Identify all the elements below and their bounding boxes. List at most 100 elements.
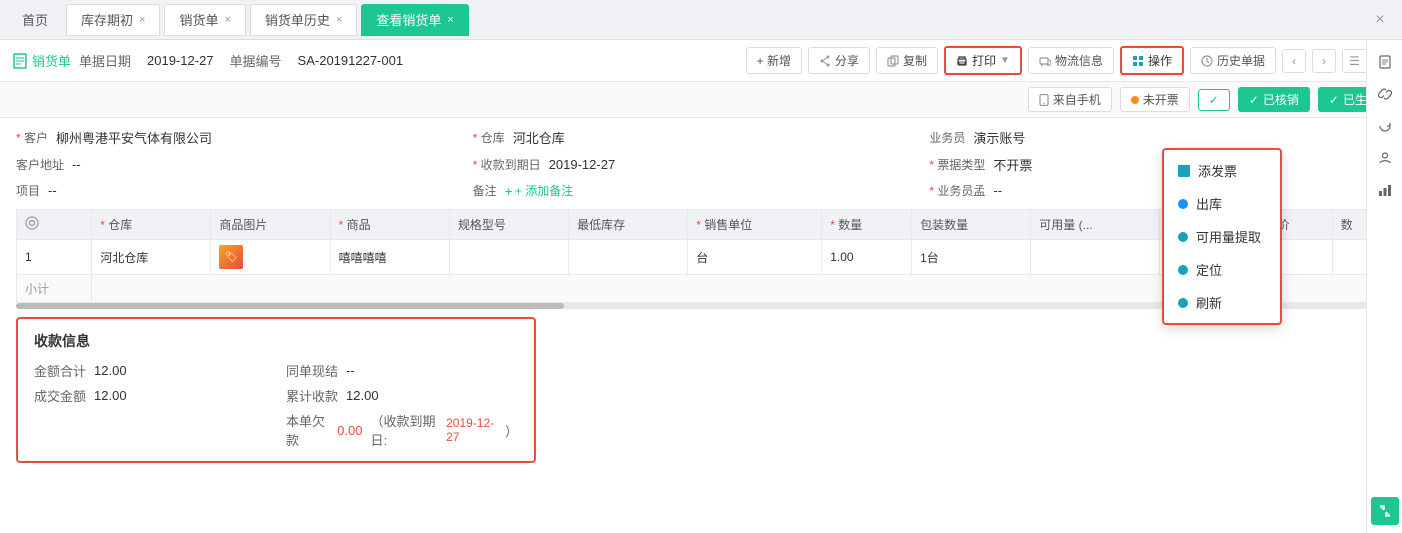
sidebar-btn-doc[interactable] [1371,48,1399,76]
tab-sales-history[interactable]: 销货单历史 × [250,4,357,36]
btn-operate[interactable]: 操作 [1120,46,1184,75]
row-spec [449,240,568,275]
payment-row-empty [34,411,266,449]
tab-view-sales-order-close[interactable]: × [447,14,453,26]
btn-print[interactable]: 打印 ▼ [944,46,1022,75]
customer-value: 柳州粤港平安气体有限公司 [56,128,212,147]
col-qty: * 数量 [822,210,912,240]
payment-row-same-order: 同单现结 -- [286,361,518,380]
tab-view-sales-order[interactable]: 查看销货单 × [361,4,468,36]
btn-nav-prev[interactable]: ‹ [1282,49,1306,73]
sidebar-expand-icon [1378,504,1392,518]
tab-inventory-init-close[interactable]: × [139,14,145,26]
payment-grid: 金额合计 12.00 同单现结 -- 成交金额 12.00 累计收款 12.00… [34,361,518,449]
btn-new[interactable]: + 新增 [746,47,802,74]
col-product: * 商品 [330,210,449,240]
col-spec: 规格型号 [449,210,568,240]
staff2-value: -- [993,183,1002,198]
tab-sales-order[interactable]: 销货单 × [164,4,245,36]
remark-label: 备注 [473,182,497,199]
copy-icon [887,55,899,67]
tab-close-all[interactable]: × [1366,6,1394,34]
form-row-warehouse: 仓库 河北仓库 [473,128,930,147]
addr-value: -- [72,157,81,172]
staff-value: 演示账号 [973,128,1025,147]
col-min-stock: 最低库存 [569,210,688,240]
btn-from-phone[interactable]: 来自手机 [1028,87,1112,112]
right-sidebar [1366,40,1402,533]
dropdown-menu: 添发票 出库 可用量提取 定位 刷新 [1162,148,1282,325]
btn-not-open[interactable]: 未开票 [1120,87,1190,112]
dropdown-item-refresh[interactable]: 刷新 [1164,286,1280,319]
doc-title: 销货单 [12,51,71,70]
outbound-icon [1178,199,1188,209]
btn-history[interactable]: 历史单据 [1190,47,1276,74]
print-dropdown-arrow[interactable]: ▼ [1000,55,1010,66]
btn-verified[interactable]: ✓ 已核销 [1238,87,1310,112]
row-available [1031,240,1160,275]
row-seq: 1 [17,240,92,275]
payment-title: 收款信息 [34,331,518,351]
main-content: 销货单 单据日期 2019-12-27 单据编号 SA-20191227-001… [0,40,1402,533]
sidebar-btn-expand[interactable] [1371,497,1399,525]
btn-view-list[interactable]: ☰ [1342,49,1366,73]
tab-sales-order-close[interactable]: × [224,14,230,26]
staff2-label: 业务员孟 [929,182,985,199]
row-warehouse: 河北仓库 [92,240,211,275]
dropdown-item-available[interactable]: 可用量提取 [1164,220,1280,253]
form-row-payment-date: 收款到期日 2019-12-27 [473,155,930,174]
sidebar-btn-user[interactable] [1371,144,1399,172]
row-product: 嘻嘻嘻嘻 [330,240,449,275]
btn-nav-next[interactable]: › [1312,49,1336,73]
warehouse-label: 仓库 [473,129,505,146]
sidebar-link-icon [1378,87,1392,101]
form-row-staff2: 业务员孟 -- [929,182,1386,199]
toolbar-actions: + 新增 分享 复制 打印 ▼ 物流信息 操作 [746,46,1390,75]
btn-copy[interactable]: 复制 [876,47,938,74]
btn-logistics[interactable]: 物流信息 [1028,47,1114,74]
refresh-icon [1178,298,1188,308]
staff-label: 业务员 [929,129,965,146]
tab-inventory-init[interactable]: 库存期初 × [66,4,160,36]
ticket-value: 不开票 [993,155,1032,174]
col-warehouse: * 仓库 [92,210,211,240]
payment-date-label: 收款到期日 [473,156,541,173]
warehouse-value: 河北仓库 [513,128,565,147]
btn-approve[interactable]: ✓ [1198,89,1230,111]
logistics-icon [1039,55,1051,67]
form-row-addr: 客户地址 -- [16,155,473,174]
settings-icon [25,216,39,230]
row-package-qty: 1台 [912,240,1031,275]
dropdown-item-outbound[interactable]: 出库 [1164,187,1280,220]
sidebar-doc-icon [1378,55,1392,69]
col-product-img: 商品图片 [211,210,330,240]
operate-icon [1132,55,1144,67]
invoice-icon [1178,165,1190,177]
product-image: 🏷 [219,245,243,269]
customer-label: 客户 [16,129,48,146]
payment-date-value: 2019-12-27 [549,157,616,172]
scrollbar-thumb[interactable] [16,303,564,309]
col-settings[interactable] [17,210,92,240]
addr-label: 客户地址 [16,156,64,173]
sidebar-btn-chart[interactable] [1371,176,1399,204]
sidebar-chart-icon [1378,183,1392,197]
form-row-ticket: 票据类型 不开票 [929,155,1386,174]
print-icon [956,55,968,67]
sidebar-btn-link[interactable] [1371,80,1399,108]
tab-home[interactable]: 首页 [8,4,62,36]
project-value: -- [48,183,57,198]
sidebar-btn-refresh[interactable] [1371,112,1399,140]
tab-sales-history-close[interactable]: × [336,14,342,26]
btn-share[interactable]: 分享 [808,47,870,74]
payment-row-transaction: 成交金额 12.00 [34,386,266,405]
history-icon [1201,55,1213,67]
dropdown-item-invoice[interactable]: 添发票 [1164,154,1280,187]
row-sales-unit: 台 [688,240,822,275]
doc-icon [12,53,28,69]
remark-add-btn[interactable]: + + 添加备注 [505,182,574,199]
col-available: 可用量 (... [1031,210,1160,240]
doc-toolbar: 销货单 单据日期 2019-12-27 单据编号 SA-20191227-001… [0,40,1402,82]
sidebar-refresh-icon [1378,119,1392,133]
dropdown-item-locate[interactable]: 定位 [1164,253,1280,286]
